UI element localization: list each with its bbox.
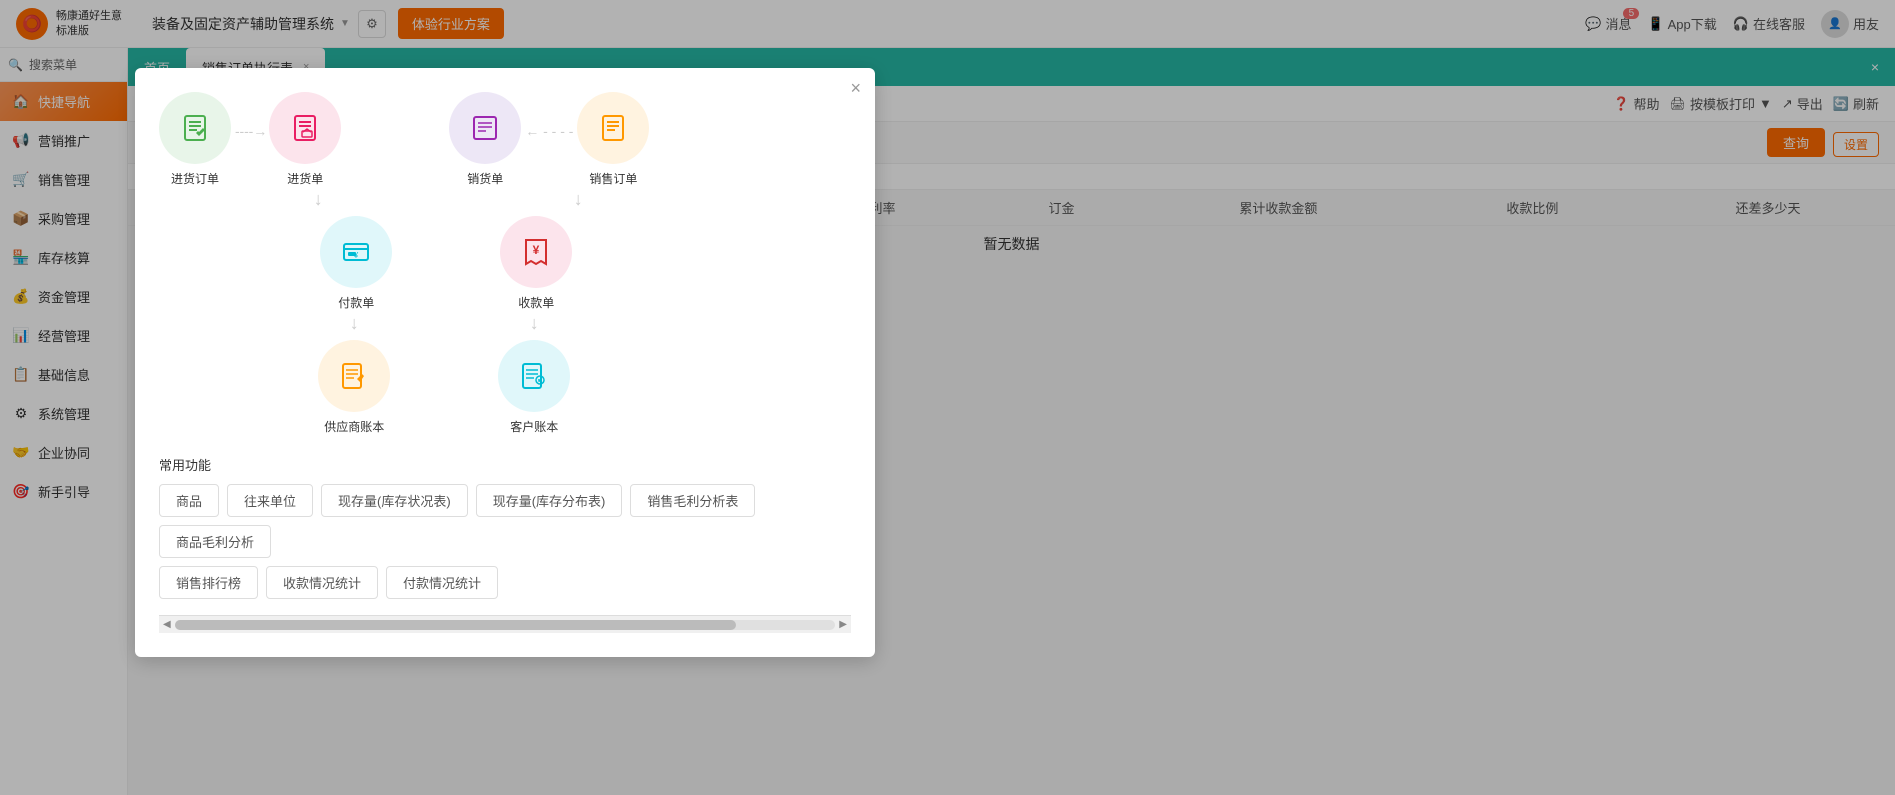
sales-order-label: 销售订单: [589, 170, 637, 187]
flow-node-supplier-account[interactable]: 供应商账本: [318, 340, 390, 435]
func-btn-sales-rank[interactable]: 销售排行榜: [159, 566, 258, 599]
func-btn-sales-profit[interactable]: 销售毛利分析表: [630, 484, 755, 517]
common-funcs-section: 常用功能 商品 往来单位 现存量(库存状况表) 现存量(库存分布表) 销售毛利分…: [159, 455, 851, 599]
flow-node-payment[interactable]: ¥ 付款单: [320, 216, 392, 311]
scroll-left-arrow[interactable]: ◀: [163, 619, 171, 630]
app-container: ⭕ 畅康通好生意 标准版 装备及固定资产辅助管理系统 ▼ ⚙ 体验行业方案 💬 …: [0, 0, 1895, 795]
customer-account-circle: [498, 340, 570, 412]
scroll-track[interactable]: [175, 620, 836, 630]
purchase-order-circle: [159, 92, 231, 164]
main-area: 🔍 搜索菜单 🏠 快捷导航 📢 营销推广 🛒 销售管理 📦 采购管理 🏪: [0, 48, 1895, 795]
content-area: 首页 销售订单执行表 × × ❓ 帮助: [128, 48, 1895, 795]
func-btn-payment-stats[interactable]: 付款情况统计: [386, 566, 498, 599]
supplier-account-label: 供应商账本: [324, 418, 384, 435]
func-buttons-area: 商品 往来单位 现存量(库存状况表) 现存量(库存分布表) 销售毛利分析表 商品…: [159, 484, 851, 558]
sales-bill-label: 销货单: [467, 170, 503, 187]
flow-node-purchase-bill[interactable]: 进货单: [269, 92, 341, 187]
func-btn-stock-status[interactable]: 现存量(库存状况表): [321, 484, 468, 517]
receipt-circle: ¥: [500, 216, 572, 288]
horizontal-scrollbar[interactable]: ◀ ▶: [159, 615, 851, 633]
scroll-right-arrow[interactable]: ▶: [839, 619, 847, 630]
modal-overlay[interactable]: ×: [128, 86, 1895, 795]
purchase-bill-circle: [269, 92, 341, 164]
receipt-label: 收款单: [518, 294, 554, 311]
scroll-thumb: [175, 620, 737, 630]
modal-box: ×: [135, 86, 875, 657]
flow-node-sales-bill[interactable]: 销货单: [449, 92, 521, 187]
flow-node-customer-account[interactable]: 客户账本: [498, 340, 570, 435]
purchase-bill-label: 进货单: [287, 170, 323, 187]
supplier-account-circle: [318, 340, 390, 412]
flow-node-purchase-order[interactable]: 进货订单: [159, 92, 231, 187]
sales-order-circle: [577, 92, 649, 164]
func-btn-contacts[interactable]: 往来单位: [227, 484, 313, 517]
common-funcs-title: 常用功能: [159, 455, 851, 474]
purchase-order-label: 进货订单: [171, 170, 219, 187]
flow-node-receipt[interactable]: ¥ 收款单: [500, 216, 572, 311]
func-btn-goods-profit[interactable]: 商品毛利分析: [159, 525, 271, 558]
payment-circle: ¥: [320, 216, 392, 288]
svg-text:¥: ¥: [353, 251, 359, 260]
sales-bill-circle: [449, 92, 521, 164]
flow-node-sales-order[interactable]: 销售订单: [577, 92, 649, 187]
func-btn-stock-dist[interactable]: 现存量(库存分布表): [476, 484, 623, 517]
func-btn-receipt-stats[interactable]: 收款情况统计: [266, 566, 378, 599]
modal-close-button[interactable]: ×: [850, 86, 861, 99]
payment-label: 付款单: [338, 294, 374, 311]
svg-text:¥: ¥: [533, 243, 540, 257]
content-main: ❓ 帮助 🖨 按模板打印 ▼ ↗ 导出 🔄: [128, 86, 1895, 795]
func-buttons-area-2: 销售排行榜 收款情况统计 付款情况统计: [159, 566, 851, 599]
customer-account-label: 客户账本: [510, 418, 558, 435]
func-btn-goods[interactable]: 商品: [159, 484, 219, 517]
